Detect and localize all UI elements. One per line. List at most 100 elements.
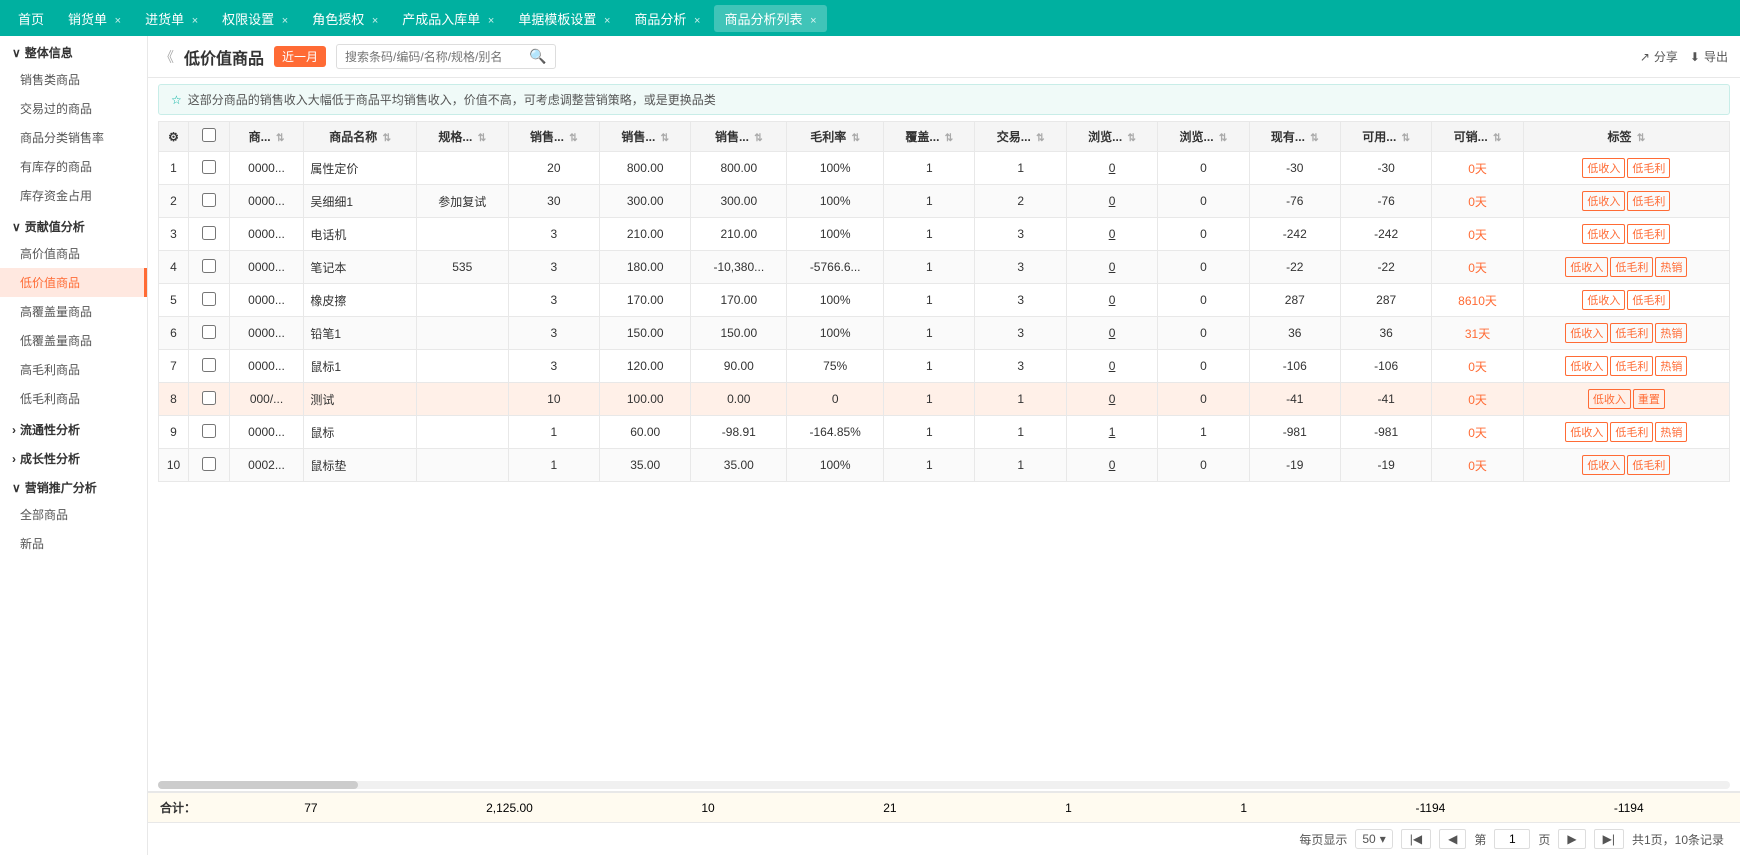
cell-checkbox[interactable] — [189, 218, 230, 251]
sidebar-item-low-value[interactable]: 低价值商品 — [0, 268, 147, 297]
row-checkbox[interactable] — [202, 358, 216, 372]
col-usable-stock[interactable]: 可用... ⇅ — [1340, 122, 1431, 152]
sidebar-item-high-profit[interactable]: 高毛利商品 — [0, 355, 147, 384]
cell-browse1[interactable]: 0 — [1066, 317, 1157, 350]
last-page-btn[interactable]: ▶| — [1594, 829, 1624, 849]
select-all-checkbox[interactable] — [202, 128, 216, 142]
nav-close-purchase[interactable]: × — [192, 15, 198, 27]
per-page-dropdown-icon[interactable]: ▾ — [1380, 832, 1386, 846]
row-checkbox[interactable] — [202, 424, 216, 438]
nav-purchase[interactable]: 进货单 × — [135, 5, 208, 32]
cell-browse1[interactable]: 0 — [1066, 350, 1157, 383]
col-sales-qty[interactable]: 销售... ⇅ — [508, 122, 599, 152]
export-btn[interactable]: ⬇ 导出 — [1690, 48, 1728, 65]
col-browse2[interactable]: 浏览... ⇅ — [1158, 122, 1249, 152]
row-checkbox[interactable] — [202, 226, 216, 240]
browse1-link[interactable]: 0 — [1109, 458, 1116, 472]
cell-checkbox[interactable] — [189, 383, 230, 416]
nav-close-permission[interactable]: × — [282, 15, 288, 27]
col-name[interactable]: 商品名称 ⇅ — [304, 122, 416, 152]
share-btn[interactable]: ↗ 分享 — [1640, 48, 1678, 65]
cell-browse1[interactable]: 0 — [1066, 449, 1157, 482]
cell-browse1[interactable]: 0 — [1066, 251, 1157, 284]
nav-home[interactable]: 首页 — [8, 5, 54, 32]
cell-browse1[interactable]: 0 — [1066, 383, 1157, 416]
sidebar-item-low-coverage[interactable]: 低覆盖量商品 — [0, 326, 147, 355]
col-tags[interactable]: 标签 ⇅ — [1523, 122, 1729, 152]
nav-sales-order[interactable]: 销货单 × — [58, 5, 131, 32]
search-icon[interactable]: 🔍 — [529, 48, 546, 65]
col-sales-avg[interactable]: 销售... ⇅ — [691, 122, 787, 152]
prev-page-btn[interactable]: ◀ — [1439, 829, 1466, 849]
col-browse1[interactable]: 浏览... ⇅ — [1066, 122, 1157, 152]
cell-checkbox[interactable] — [189, 350, 230, 383]
browse1-link[interactable]: 0 — [1109, 392, 1116, 406]
sidebar-item-high-value[interactable]: 高价值商品 — [0, 239, 147, 268]
sidebar-section-flow[interactable]: › 流通性分析 — [0, 413, 147, 442]
scrollbar-thumb[interactable] — [158, 781, 358, 789]
cell-checkbox[interactable] — [189, 416, 230, 449]
next-page-btn[interactable]: ▶ — [1558, 829, 1585, 849]
nav-permission[interactable]: 权限设置 × — [212, 5, 298, 32]
cell-checkbox[interactable] — [189, 449, 230, 482]
sidebar-item-traded-product[interactable]: 交易过的商品 — [0, 94, 147, 123]
col-current-stock[interactable]: 现有... ⇅ — [1249, 122, 1340, 152]
first-page-btn[interactable]: |◀ — [1401, 829, 1431, 849]
browse1-link[interactable]: 0 — [1109, 227, 1116, 241]
nav-close-product[interactable]: × — [488, 15, 494, 27]
sidebar-item-high-coverage[interactable]: 高覆盖量商品 — [0, 297, 147, 326]
table-container[interactable]: ⚙ 商... ⇅ 商品名称 ⇅ 规格... ⇅ 销售... ⇅ 销售... ⇅ … — [158, 121, 1730, 779]
nav-close-analysis[interactable]: × — [694, 15, 700, 27]
sidebar-item-category-rate[interactable]: 商品分类销售率 — [0, 123, 147, 152]
cell-browse1[interactable]: 0 — [1066, 152, 1157, 185]
row-checkbox[interactable] — [202, 259, 216, 273]
col-gross-rate[interactable]: 毛利率 ⇅ — [787, 122, 884, 152]
cell-checkbox[interactable] — [189, 185, 230, 218]
cell-checkbox[interactable] — [189, 284, 230, 317]
sidebar-section-marketing[interactable]: ∨ 营销推广分析 — [0, 471, 147, 500]
sidebar-item-stock-capital[interactable]: 库存资金占用 — [0, 181, 147, 210]
row-checkbox[interactable] — [202, 292, 216, 306]
cell-checkbox[interactable] — [189, 152, 230, 185]
col-checkbox[interactable] — [189, 122, 230, 152]
cell-browse1[interactable]: 0 — [1066, 284, 1157, 317]
cell-checkbox[interactable] — [189, 317, 230, 350]
browse1-link[interactable]: 0 — [1109, 326, 1116, 340]
sidebar-item-all-products[interactable]: 全部商品 — [0, 500, 147, 529]
browse1-link[interactable]: 0 — [1109, 359, 1116, 373]
sidebar-item-new-products[interactable]: 新品 — [0, 529, 147, 558]
row-checkbox[interactable] — [202, 193, 216, 207]
col-sales-amount[interactable]: 销售... ⇅ — [600, 122, 691, 152]
nav-role[interactable]: 角色授权 × — [302, 5, 388, 32]
cell-browse1[interactable]: 0 — [1066, 185, 1157, 218]
nav-close-role[interactable]: × — [372, 15, 378, 27]
row-checkbox[interactable] — [202, 457, 216, 471]
browse1-link[interactable]: 1 — [1109, 425, 1116, 439]
col-spec[interactable]: 规格... ⇅ — [416, 122, 508, 152]
nav-close-sales[interactable]: × — [115, 15, 121, 27]
per-page-select[interactable]: 50 ▾ — [1355, 829, 1392, 849]
search-input[interactable] — [345, 50, 525, 64]
time-filter-btn[interactable]: 近一月 — [274, 46, 326, 67]
cell-browse1[interactable]: 0 — [1066, 218, 1157, 251]
cell-checkbox[interactable] — [189, 251, 230, 284]
sidebar-item-low-profit[interactable]: 低毛利商品 — [0, 384, 147, 413]
sidebar-item-stock-product[interactable]: 有库存的商品 — [0, 152, 147, 181]
col-gear[interactable]: ⚙ — [159, 122, 189, 152]
page-input[interactable] — [1494, 829, 1530, 849]
sidebar-section-growth[interactable]: › 成长性分析 — [0, 442, 147, 471]
sidebar-section-contribution[interactable]: ∨ 贡献值分析 — [0, 210, 147, 239]
browse1-link[interactable]: 0 — [1109, 260, 1116, 274]
nav-product-analysis-list[interactable]: 商品分析列表 × — [714, 5, 826, 32]
col-code[interactable]: 商... ⇅ — [229, 122, 304, 152]
horizontal-scrollbar[interactable] — [158, 781, 1730, 789]
nav-template[interactable]: 单据模板设置 × — [508, 5, 620, 32]
nav-close-template[interactable]: × — [604, 15, 610, 27]
row-checkbox[interactable] — [202, 325, 216, 339]
nav-product-analysis[interactable]: 商品分析 × — [624, 5, 710, 32]
row-checkbox[interactable] — [202, 160, 216, 174]
browse1-link[interactable]: 0 — [1109, 194, 1116, 208]
browse1-link[interactable]: 0 — [1109, 161, 1116, 175]
cell-browse1[interactable]: 1 — [1066, 416, 1157, 449]
nav-product-in[interactable]: 产成品入库单 × — [392, 5, 504, 32]
